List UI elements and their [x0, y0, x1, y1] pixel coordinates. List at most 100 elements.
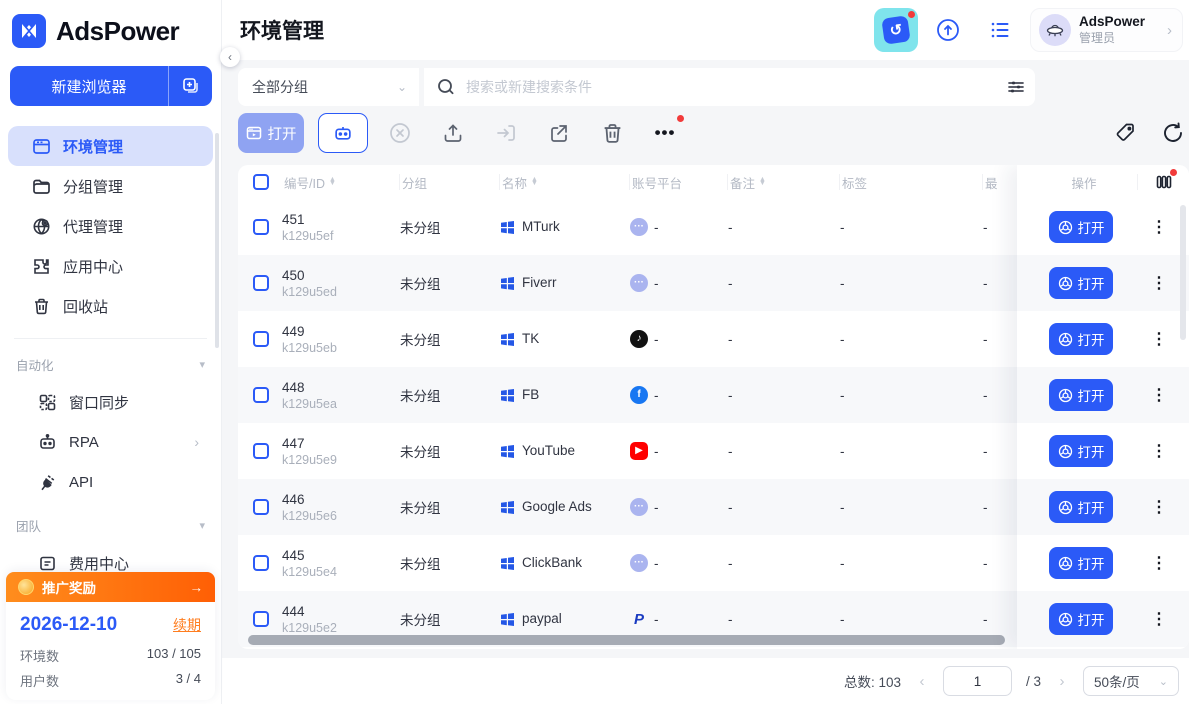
- delete-button[interactable]: [596, 117, 628, 149]
- next-page-button[interactable]: ›: [1055, 673, 1069, 690]
- open-browser-button[interactable]: 打开: [1049, 603, 1113, 635]
- section-automation[interactable]: 自动化 ▾: [0, 351, 221, 380]
- sort-icon[interactable]: ▲▼: [329, 178, 336, 187]
- row-checkbox[interactable]: [253, 387, 269, 403]
- task-list-button[interactable]: [978, 8, 1022, 52]
- row-name[interactable]: MTurk: [500, 219, 630, 236]
- sort-icon[interactable]: ▲▼: [759, 178, 766, 187]
- row-checkbox[interactable]: [253, 331, 269, 347]
- sidebar-item-apps[interactable]: 应用中心: [8, 246, 213, 286]
- row-checkbox[interactable]: [253, 499, 269, 515]
- row-menu-button[interactable]: ⋮: [1151, 609, 1167, 629]
- row-name[interactable]: TK: [500, 331, 630, 348]
- row-name[interactable]: paypal: [500, 611, 630, 628]
- open-browser-button[interactable]: 打开: [1049, 547, 1113, 579]
- vertical-scrollbar[interactable]: [1180, 205, 1186, 340]
- bulk-rpa-button[interactable]: [318, 113, 368, 153]
- select-all-checkbox[interactable]: [253, 174, 269, 190]
- table-row[interactable]: 448 k129u5ea 未分组 FB f - - - -: [238, 367, 1017, 423]
- sidebar-item-rpa[interactable]: RPA ›: [8, 422, 213, 462]
- caret-down-icon[interactable]: ▾: [199, 519, 205, 532]
- sidebar-item-recycle-bin[interactable]: 回收站: [8, 286, 213, 326]
- column-header-name[interactable]: 名称 ▲▼: [500, 174, 630, 190]
- quick-launch-button[interactable]: ↺: [874, 8, 918, 52]
- group-filter-select[interactable]: 全部分组 ⌄: [238, 68, 419, 106]
- row-menu-button[interactable]: ⋮: [1151, 441, 1167, 461]
- tiktok-icon: ♪: [630, 330, 648, 348]
- export-upload-button[interactable]: [437, 117, 469, 149]
- user-menu[interactable]: AdsPower 管理员 ›: [1030, 8, 1183, 52]
- row-menu-button[interactable]: ⋮: [1151, 553, 1167, 573]
- open-browser-button[interactable]: 打开: [1049, 267, 1113, 299]
- sidebar-item-api[interactable]: API: [8, 462, 213, 502]
- open-browser-button[interactable]: 打开: [1049, 379, 1113, 411]
- row-name[interactable]: Fiverr: [500, 275, 630, 292]
- search-input[interactable]: [466, 79, 1007, 95]
- section-team[interactable]: 团队 ▾: [0, 512, 221, 541]
- row-name[interactable]: FB: [500, 387, 630, 404]
- stat-label: 环境数: [20, 646, 59, 665]
- table-row[interactable]: 445 k129u5e4 未分组 ClickBank ··· - - - -: [238, 535, 1017, 591]
- row-name[interactable]: YouTube: [500, 443, 630, 460]
- open-browser-button[interactable]: 打开: [1049, 211, 1113, 243]
- batch-create-icon[interactable]: [168, 66, 212, 106]
- renew-link[interactable]: 续期: [173, 615, 201, 635]
- sync-button[interactable]: [926, 8, 970, 52]
- bulk-open-button[interactable]: 打开: [238, 113, 304, 153]
- row-checkbox[interactable]: [253, 275, 269, 291]
- table-row[interactable]: 449 k129u5eb 未分组 TK ♪ - - - -: [238, 311, 1017, 367]
- row-menu-button[interactable]: ⋮: [1151, 217, 1167, 237]
- new-browser-button[interactable]: 新建浏览器: [10, 66, 212, 106]
- column-header-last-open[interactable]: 最: [983, 174, 1017, 190]
- table-row[interactable]: 450 k129u5ed 未分组 Fiverr ··· - - - -: [238, 255, 1017, 311]
- row-platform-value: -: [654, 388, 659, 403]
- sidebar-collapse-button[interactable]: ‹: [220, 47, 240, 67]
- more-actions-button[interactable]: •••: [649, 117, 681, 149]
- row-checkbox[interactable]: [253, 555, 269, 571]
- open-browser-button[interactable]: 打开: [1049, 323, 1113, 355]
- table-row[interactable]: 451 k129u5ef 未分组 MTurk ··· - - - -: [238, 199, 1017, 255]
- page-number-input[interactable]: [943, 666, 1012, 696]
- caret-down-icon[interactable]: ▾: [199, 358, 205, 371]
- tags-button[interactable]: [1109, 117, 1141, 149]
- sidebar-item-label: 回收站: [63, 296, 108, 317]
- row-name[interactable]: ClickBank: [500, 555, 630, 572]
- row-menu-button[interactable]: ⋮: [1151, 329, 1167, 349]
- promo-card: 推广奖励 → 2026-12-10 续期 环境数 103 / 105 用户数 3…: [6, 572, 215, 700]
- chrome-icon: [1058, 220, 1073, 235]
- column-header-remark[interactable]: 备注 ▲▼: [728, 174, 840, 190]
- sidebar-item-groups[interactable]: 分组管理: [8, 166, 213, 206]
- sidebar-item-proxies[interactable]: 代理管理: [8, 206, 213, 246]
- filter-sliders-icon[interactable]: [1007, 78, 1025, 96]
- import-button[interactable]: [490, 117, 522, 149]
- row-checkbox[interactable]: [253, 611, 269, 627]
- open-browser-button[interactable]: 打开: [1049, 491, 1113, 523]
- sidebar-item-window-sync[interactable]: 窗口同步: [8, 382, 213, 422]
- open-browser-button[interactable]: 打开: [1049, 435, 1113, 467]
- row-menu-button[interactable]: ⋮: [1151, 273, 1167, 293]
- table-row[interactable]: 446 k129u5e6 未分组 Google Ads ··· - - - -: [238, 479, 1017, 535]
- sidebar-scrollbar[interactable]: [215, 133, 219, 348]
- column-header-group[interactable]: 分组: [400, 174, 500, 190]
- page-size-select[interactable]: 50条/页 ⌄: [1083, 666, 1179, 696]
- share-button[interactable]: [543, 117, 575, 149]
- table-row[interactable]: 447 k129u5e9 未分组 YouTube ▶ - - - -: [238, 423, 1017, 479]
- column-header-tags[interactable]: 标签: [840, 174, 983, 190]
- notification-dot: [677, 115, 684, 122]
- row-id: 448: [282, 380, 400, 395]
- row-name[interactable]: Google Ads: [500, 499, 630, 516]
- column-header-id[interactable]: 编号/ID ▲▼: [282, 174, 400, 190]
- refresh-button[interactable]: [1157, 117, 1189, 149]
- sort-icon[interactable]: ▲▼: [531, 178, 538, 187]
- sidebar-item-environment[interactable]: 环境管理: [8, 126, 213, 166]
- column-settings-button[interactable]: [1137, 174, 1189, 190]
- column-header-platform[interactable]: 账号平台: [630, 174, 728, 190]
- row-menu-button[interactable]: ⋮: [1151, 385, 1167, 405]
- prev-page-button[interactable]: ‹: [915, 673, 929, 690]
- row-checkbox[interactable]: [253, 443, 269, 459]
- promo-banner[interactable]: 推广奖励 →: [6, 572, 215, 602]
- close-browser-button[interactable]: [384, 117, 416, 149]
- horizontal-scrollbar[interactable]: [248, 635, 1005, 645]
- row-checkbox[interactable]: [253, 219, 269, 235]
- row-menu-button[interactable]: ⋮: [1151, 497, 1167, 517]
